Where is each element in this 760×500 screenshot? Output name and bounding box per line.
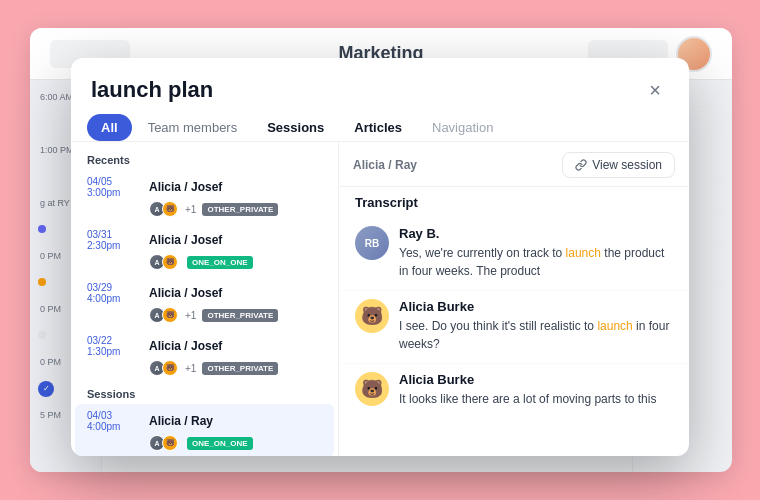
right-panel-header: Alicia / Ray View session bbox=[339, 142, 689, 187]
modal-body: Recents 04/05 3:00pm Alicia / Josef A bbox=[71, 142, 689, 456]
modal-title: launch plan bbox=[91, 77, 213, 103]
tab-articles[interactable]: Articles bbox=[340, 114, 416, 141]
left-panel: Recents 04/05 3:00pm Alicia / Josef A bbox=[71, 142, 339, 456]
list-item[interactable]: 04/03 4:00pm Alicia / Ray A 🐻 ONE_ON_ONE bbox=[75, 404, 334, 456]
message-content: Ray B. Yes, we're currently on track to … bbox=[399, 226, 673, 280]
message-text: It looks like there are a lot of moving … bbox=[399, 390, 656, 408]
right-panel: Alicia / Ray View session Transcript bbox=[339, 142, 689, 456]
message-text: I see. Do you think it's still realistic… bbox=[399, 317, 673, 353]
list-item[interactable]: 03/22 1:30pm Alicia / Josef A 🐻 +1 OTHER… bbox=[75, 329, 334, 382]
message-item: 🐻 Alicia Burke It looks like there are a… bbox=[339, 364, 689, 418]
breadcrumb: Alicia / Ray bbox=[353, 158, 417, 172]
message-content: Alicia Burke It looks like there are a l… bbox=[399, 372, 656, 408]
tab-sessions[interactable]: Sessions bbox=[253, 114, 338, 141]
message-name: Alicia Burke bbox=[399, 299, 673, 314]
result-name: Alicia / Josef bbox=[149, 339, 222, 353]
view-session-button[interactable]: View session bbox=[562, 152, 675, 178]
message-name: Alicia Burke bbox=[399, 372, 656, 387]
message-name: Ray B. bbox=[399, 226, 673, 241]
message-content: Alicia Burke I see. Do you think it's st… bbox=[399, 299, 673, 353]
messages-list: RB Ray B. Yes, we're currently on track … bbox=[339, 214, 689, 456]
result-name: Alicia / Ray bbox=[149, 414, 213, 428]
tab-navigation[interactable]: Navigation bbox=[418, 114, 507, 141]
list-item[interactable]: 03/29 4:00pm Alicia / Josef A 🐻 +1 OTHER… bbox=[75, 276, 334, 329]
tab-all[interactable]: All bbox=[87, 114, 132, 141]
sessions-section-label: Sessions bbox=[71, 382, 338, 404]
list-item[interactable]: 04/05 3:00pm Alicia / Josef A 🐻 +1 OTHER… bbox=[75, 170, 334, 223]
tab-team-members[interactable]: Team members bbox=[134, 114, 252, 141]
result-name: Alicia / Josef bbox=[149, 180, 222, 194]
message-item: 🐻 Alicia Burke I see. Do you think it's … bbox=[339, 291, 689, 364]
link-icon bbox=[575, 159, 587, 171]
avatar: RB bbox=[355, 226, 389, 260]
list-item[interactable]: 03/31 2:30pm Alicia / Josef A 🐻 ONE_ON_O… bbox=[75, 223, 334, 276]
search-modal: launch plan × All Team members Sessions … bbox=[71, 58, 689, 456]
modal-tabs: All Team members Sessions Articles Navig… bbox=[71, 104, 689, 142]
avatar: 🐻 bbox=[355, 299, 389, 333]
avatar: 🐻 bbox=[355, 372, 389, 406]
result-name: Alicia / Josef bbox=[149, 233, 222, 247]
close-button[interactable]: × bbox=[641, 76, 669, 104]
recents-section-label: Recents bbox=[71, 150, 338, 170]
modal-header: launch plan × bbox=[71, 58, 689, 104]
message-item: RB Ray B. Yes, we're currently on track … bbox=[339, 218, 689, 291]
message-text: Yes, we're currently on track to launch … bbox=[399, 244, 673, 280]
modal-overlay: launch plan × All Team members Sessions … bbox=[0, 0, 760, 500]
transcript-label: Transcript bbox=[339, 187, 689, 214]
result-name: Alicia / Josef bbox=[149, 286, 222, 300]
